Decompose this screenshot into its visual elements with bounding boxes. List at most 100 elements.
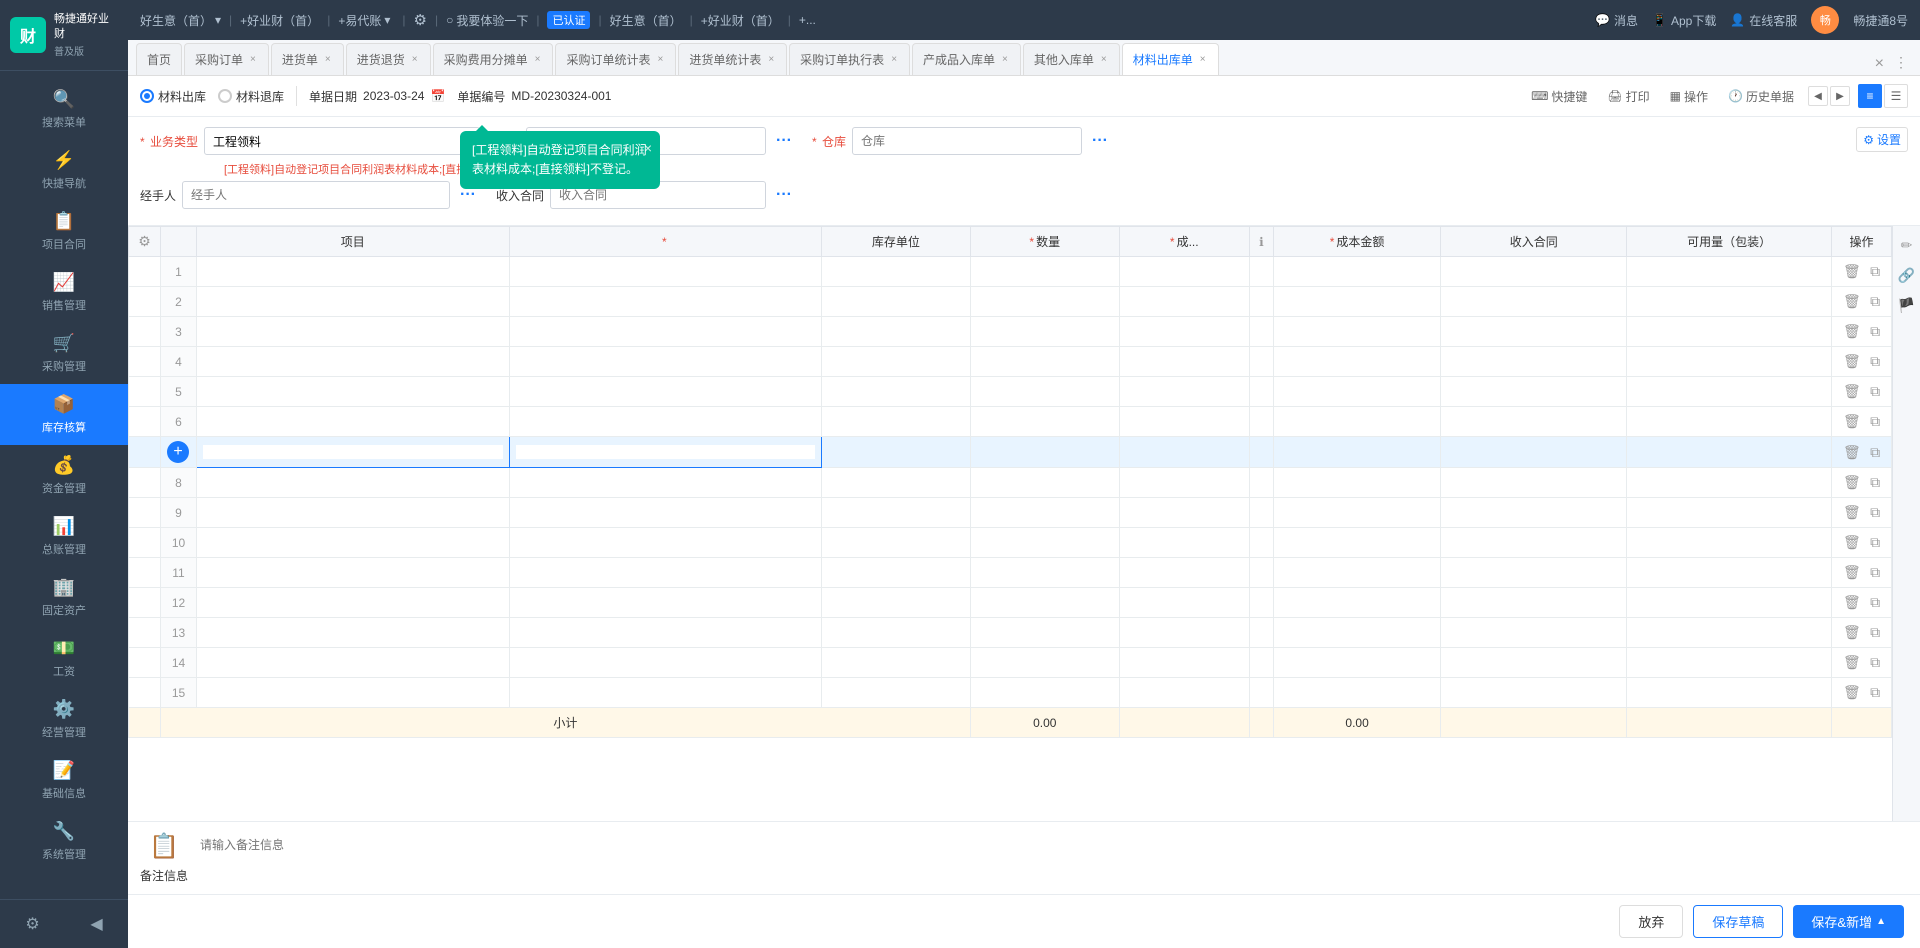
row-qty-cell[interactable] — [970, 407, 1119, 437]
row-unit-cell[interactable] — [822, 618, 971, 648]
row-delete-btn[interactable]: 🗑 — [1840, 321, 1864, 342]
row-qty-cell[interactable] — [970, 558, 1119, 588]
row-project-cell[interactable] — [197, 377, 510, 407]
row-qty-cell[interactable] — [970, 588, 1119, 618]
radio-material-out[interactable]: 材料出库 — [140, 88, 206, 105]
row-copy-btn[interactable]: ⧉ — [1867, 381, 1883, 402]
list-view-btn[interactable]: ☰ — [1884, 84, 1908, 108]
save-draft-button[interactable]: 保存草稿 — [1693, 905, 1783, 938]
row-income-contract-cell[interactable] — [1441, 648, 1627, 678]
sidebar-item-finance[interactable]: 💰 资金管理 — [0, 445, 128, 506]
row-available-qty-cell[interactable] — [1627, 498, 1832, 528]
row-project-input[interactable] — [203, 445, 503, 459]
income-contract-more-btn[interactable]: ··· — [772, 183, 796, 207]
row-qty-cell[interactable] — [970, 347, 1119, 377]
row-available-qty-cell[interactable] — [1627, 347, 1832, 377]
row-available-qty-cell[interactable] — [1627, 588, 1832, 618]
row-project-cell[interactable] — [197, 648, 510, 678]
info-icon[interactable]: ℹ — [1259, 235, 1264, 249]
print-btn[interactable]: 🖨 打印 — [1601, 85, 1655, 108]
row-project-cell[interactable] — [197, 347, 510, 377]
row-material-cell[interactable] — [509, 648, 822, 678]
row-cost-cell[interactable] — [1119, 407, 1249, 437]
warehouse-input[interactable] — [852, 127, 1082, 155]
row-copy-btn[interactable]: ⧉ — [1867, 472, 1883, 493]
row-copy-btn[interactable]: ⧉ — [1867, 592, 1883, 613]
sidebar-item-system[interactable]: 🔧 系统管理 — [0, 811, 128, 872]
row-project-cell[interactable] — [197, 498, 510, 528]
tab-purchase-stats[interactable]: 采购订单统计表 × — [555, 43, 676, 75]
row-income-contract-cell-active[interactable] — [1441, 437, 1627, 468]
row-available-qty-cell[interactable] — [1627, 468, 1832, 498]
row-material-cell-active[interactable] — [509, 437, 822, 468]
tab-goods-stats[interactable]: 进货单统计表 × — [678, 43, 787, 75]
row-material-input[interactable] — [516, 445, 816, 459]
row-cost-cell[interactable] — [1119, 648, 1249, 678]
discard-button[interactable]: 放弃 — [1619, 905, 1683, 938]
row-unit-cell[interactable] — [822, 528, 971, 558]
sidebar-item-base[interactable]: 📝 基础信息 — [0, 750, 128, 811]
row-income-contract-cell[interactable] — [1441, 618, 1627, 648]
row-cost-cell[interactable] — [1119, 257, 1249, 287]
tab-close-btn[interactable]: × — [323, 53, 333, 66]
tab-close-btn[interactable]: × — [766, 53, 776, 66]
history-btn[interactable]: 🕐 历史单据 — [1722, 85, 1800, 108]
row-material-cell[interactable] — [509, 678, 822, 708]
row-delete-btn[interactable]: 🗑 — [1840, 622, 1864, 643]
row-income-contract-cell[interactable] — [1441, 377, 1627, 407]
topbar-message-btn[interactable]: 💬 消息 — [1595, 12, 1638, 29]
row-income-contract-cell[interactable] — [1441, 347, 1627, 377]
row-income-contract-cell[interactable] — [1441, 678, 1627, 708]
row-cost-amount-cell[interactable] — [1273, 257, 1440, 287]
row-qty-cell[interactable] — [970, 618, 1119, 648]
topbar-nav-item-yidaizhang[interactable]: +易代账 ▾ — [338, 12, 390, 29]
row-material-cell[interactable] — [509, 558, 822, 588]
save-dropdown-arrow[interactable]: ▲ — [1876, 916, 1886, 927]
tab-material-out[interactable]: 材料出库单 × — [1122, 43, 1219, 75]
tab-purchase-exec[interactable]: 采购订单执行表 × — [789, 43, 910, 75]
add-row-btn[interactable]: + — [167, 441, 189, 463]
radio-material-return[interactable]: 材料退库 — [218, 88, 284, 105]
row-delete-btn[interactable]: 🗑 — [1840, 291, 1864, 312]
row-income-contract-cell[interactable] — [1441, 588, 1627, 618]
right-panel-edit-icon[interactable]: ✏ — [1896, 234, 1918, 256]
row-qty-cell[interactable] — [970, 678, 1119, 708]
row-qty-cell[interactable] — [970, 377, 1119, 407]
calendar-icon[interactable]: 📅 — [430, 89, 445, 103]
row-project-cell[interactable] — [197, 618, 510, 648]
sidebar-item-assets[interactable]: 🏢 固定资产 — [0, 567, 128, 628]
row-income-contract-cell[interactable] — [1441, 287, 1627, 317]
topbar-nav-extra-2[interactable]: +好业财（首） — [701, 12, 780, 29]
row-cost-amount-cell[interactable] — [1273, 588, 1440, 618]
row-available-qty-cell[interactable] — [1627, 528, 1832, 558]
row-delete-btn[interactable]: 🗑 — [1840, 652, 1864, 673]
row-unit-cell[interactable] — [822, 257, 971, 287]
row-cost-amount-cell[interactable] — [1273, 558, 1440, 588]
row-available-qty-cell[interactable] — [1627, 317, 1832, 347]
tab-close-btn[interactable]: × — [889, 53, 899, 66]
row-material-cell[interactable] — [509, 498, 822, 528]
row-unit-cell[interactable] — [822, 287, 971, 317]
row-copy-btn[interactable]: ⧉ — [1867, 622, 1883, 643]
row-qty-cell-active[interactable] — [970, 437, 1119, 468]
row-income-contract-cell[interactable] — [1441, 468, 1627, 498]
row-delete-btn[interactable]: 🗑 — [1840, 261, 1864, 282]
row-unit-cell[interactable] — [822, 648, 971, 678]
row-available-qty-cell[interactable] — [1627, 287, 1832, 317]
row-income-contract-cell[interactable] — [1441, 407, 1627, 437]
row-cost-cell[interactable] — [1119, 528, 1249, 558]
row-unit-cell[interactable] — [822, 588, 971, 618]
sidebar-item-accounting[interactable]: 📊 总账管理 — [0, 506, 128, 567]
sidebar-logo[interactable]: 财 畅捷通好业财 普及版 — [0, 0, 128, 71]
row-cost-cell[interactable] — [1119, 558, 1249, 588]
row-available-qty-cell[interactable] — [1627, 678, 1832, 708]
row-delete-btn[interactable]: 🗑 — [1840, 442, 1864, 463]
row-cost-cell[interactable] — [1119, 377, 1249, 407]
row-cost-amount-cell-active[interactable] — [1273, 437, 1440, 468]
row-cost-cell-active[interactable] — [1119, 437, 1249, 468]
tab-close-btn[interactable]: × — [410, 53, 420, 66]
row-copy-btn[interactable]: ⧉ — [1867, 442, 1883, 463]
row-unit-cell[interactable] — [822, 468, 971, 498]
row-project-cell[interactable] — [197, 407, 510, 437]
row-material-cell[interactable] — [509, 287, 822, 317]
